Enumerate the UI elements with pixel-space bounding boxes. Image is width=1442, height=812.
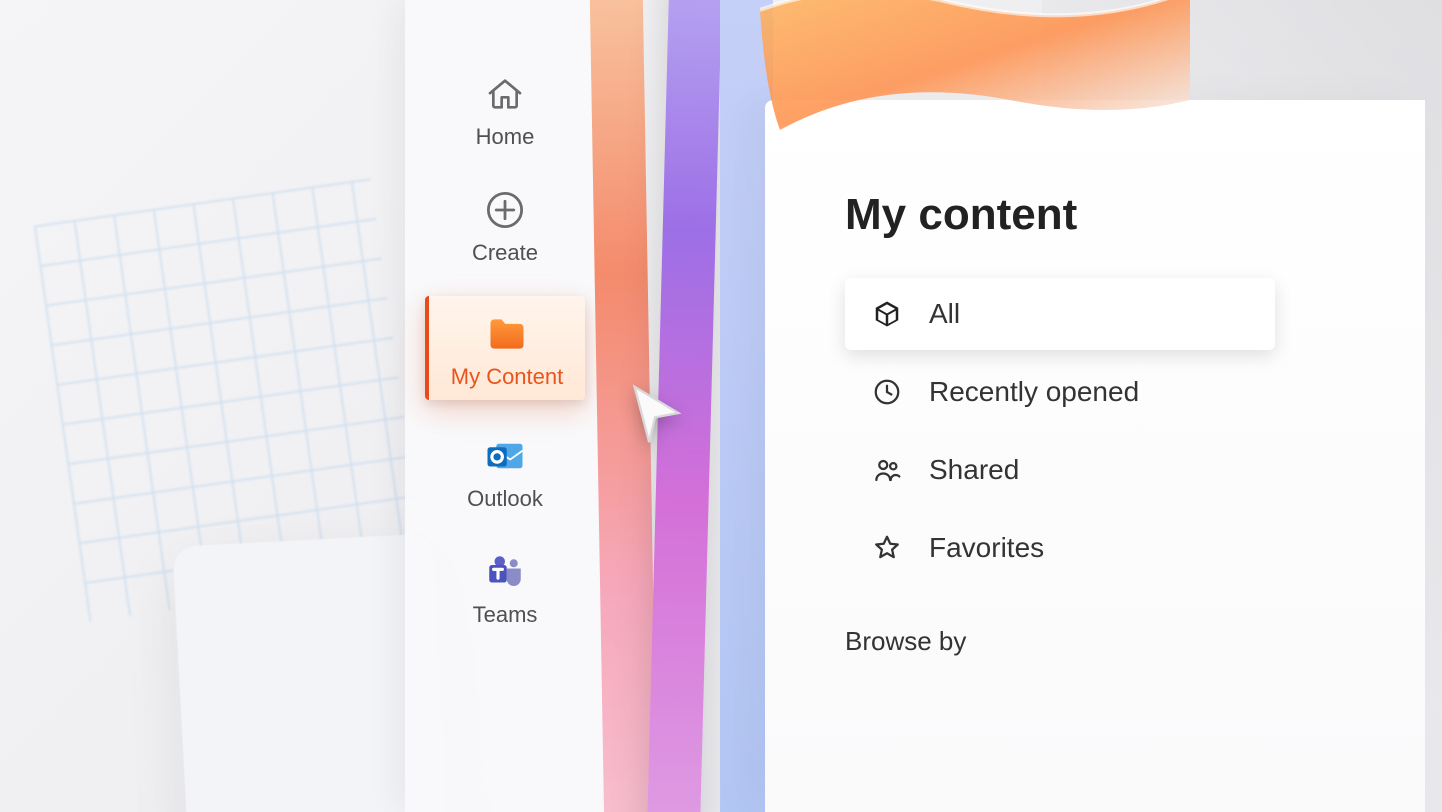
teams-icon	[481, 548, 529, 596]
cursor-pointer-icon	[620, 378, 690, 448]
sidebar-item-label: Outlook	[467, 486, 543, 512]
sidebar-item-create[interactable]: Create	[425, 176, 585, 274]
sidebar-item-my-content[interactable]: My Content	[425, 296, 585, 400]
filter-item-label: Recently opened	[929, 376, 1139, 408]
page-curl-decoration	[760, 0, 1190, 170]
filter-item-label: Favorites	[929, 532, 1044, 564]
cube-icon	[869, 296, 905, 332]
sidebar-item-label: Home	[476, 124, 535, 150]
sidebar-item-teams[interactable]: Teams	[425, 538, 585, 636]
filter-item-label: Shared	[929, 454, 1019, 486]
filter-item-shared[interactable]: Shared	[845, 434, 1275, 506]
filter-item-label: All	[929, 298, 960, 330]
clock-icon	[869, 374, 905, 410]
sidebar-item-label: Create	[472, 240, 538, 266]
filter-item-all[interactable]: All	[845, 278, 1275, 350]
sidebar-item-label: My Content	[451, 364, 564, 390]
filter-item-favorites[interactable]: Favorites	[845, 512, 1275, 584]
star-icon	[869, 530, 905, 566]
app-sidebar: Home Create My Content Outlook	[405, 0, 605, 812]
my-content-panel: My content All Recently opened Shared	[765, 100, 1425, 812]
filter-item-recently-opened[interactable]: Recently opened	[845, 356, 1275, 428]
browse-by-heading: Browse by	[845, 626, 1365, 657]
home-icon	[481, 70, 529, 118]
people-icon	[869, 452, 905, 488]
sidebar-item-home[interactable]: Home	[425, 60, 585, 158]
folder-icon	[483, 310, 531, 358]
sidebar-item-label: Teams	[473, 602, 538, 628]
sidebar-item-outlook[interactable]: Outlook	[425, 422, 585, 520]
plus-circle-icon	[481, 186, 529, 234]
panel-title: My content	[845, 190, 1365, 240]
outlook-icon	[481, 432, 529, 480]
